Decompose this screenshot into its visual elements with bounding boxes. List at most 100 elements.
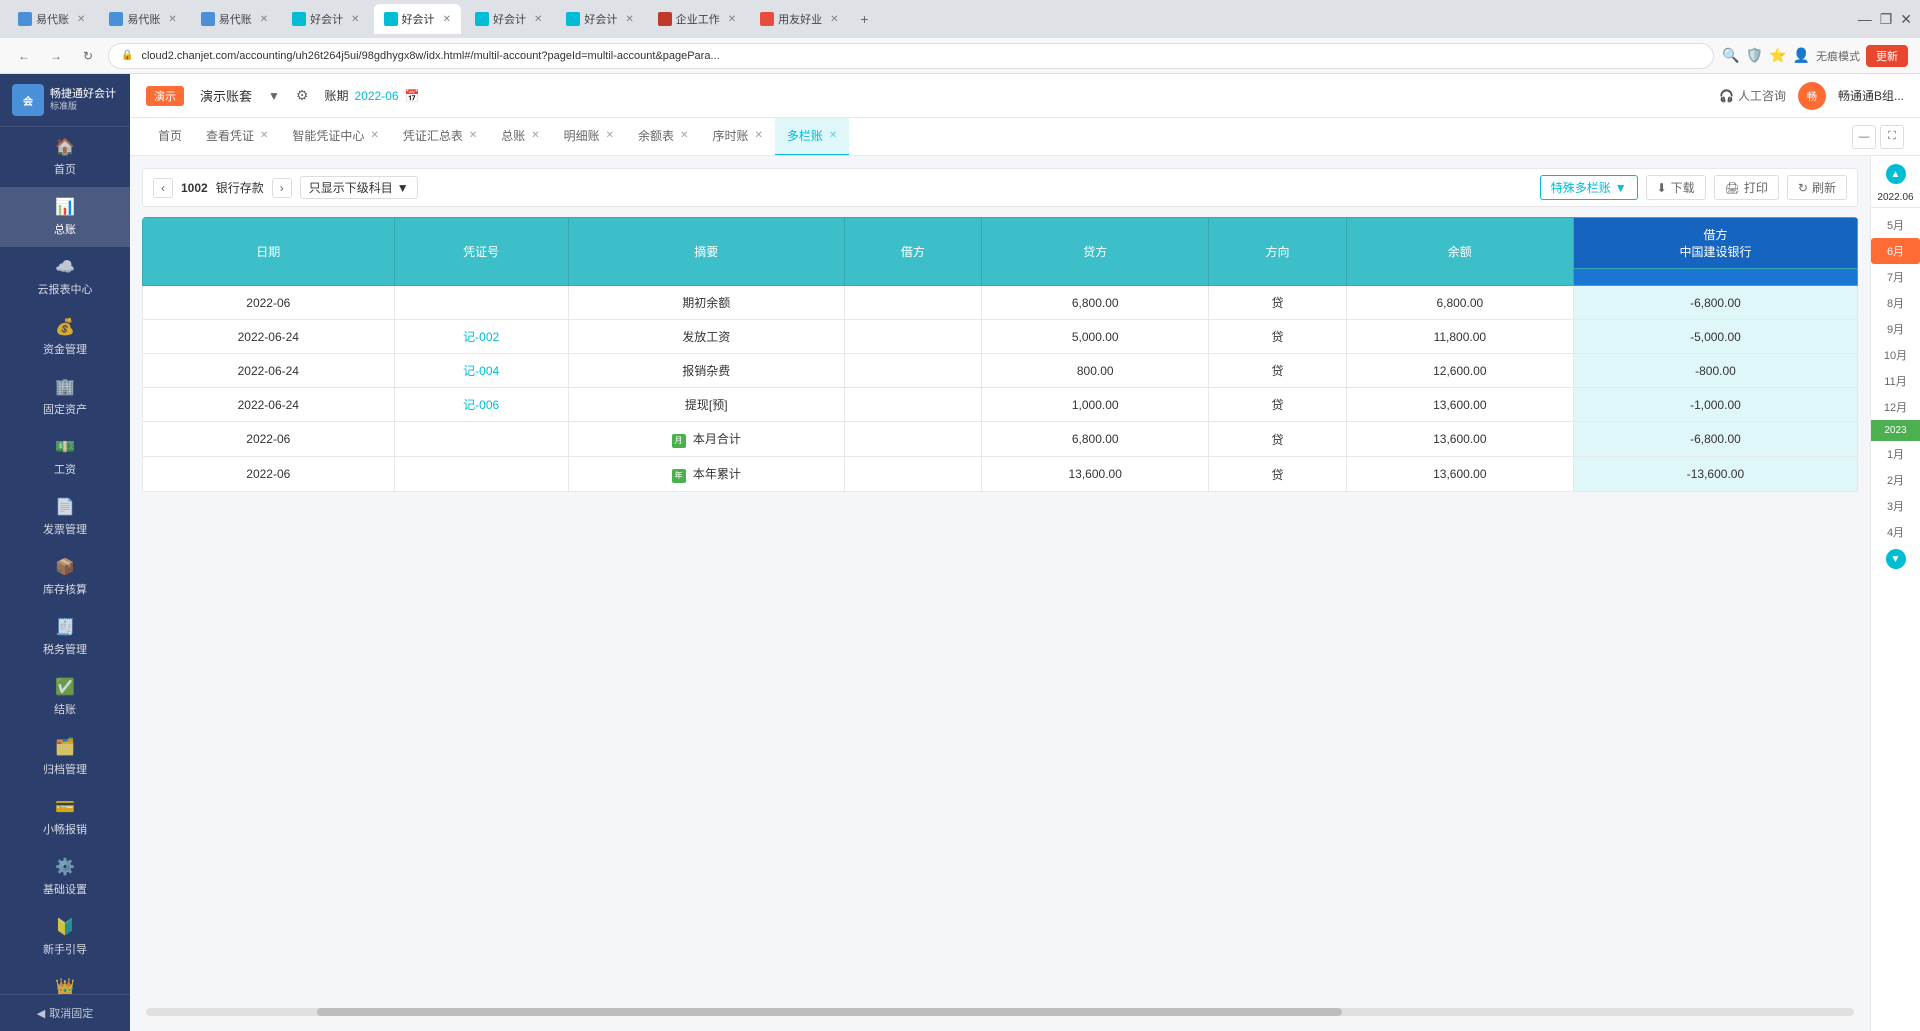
tab-smart-voucher[interactable]: 智能凭证中心 ✕ <box>280 118 390 156</box>
tab-view-voucher[interactable]: 查看凭证 ✕ <box>194 118 280 156</box>
month-item-july[interactable]: 7月 <box>1871 264 1920 290</box>
tab-close-2[interactable]: ✕ <box>168 14 176 25</box>
voucher-link-2[interactable]: 记-002 <box>463 330 499 344</box>
tab-multi-column-close[interactable]: ✕ <box>829 130 837 141</box>
new-tab-button[interactable]: + <box>853 7 877 31</box>
calendar-icon[interactable]: 📅 <box>405 89 420 103</box>
tab-sequence-ledger-close[interactable]: ✕ <box>754 130 762 141</box>
sidebar-item-tax[interactable]: 🧾 税务管理 <box>0 607 130 667</box>
horizontal-scrollbar[interactable] <box>142 1005 1858 1019</box>
voucher-link-4[interactable]: 记-006 <box>463 398 499 412</box>
tab-smart-voucher-close[interactable]: ✕ <box>370 130 378 141</box>
update-button[interactable]: 更新 <box>1866 45 1908 67</box>
sidebar-item-cloud-report[interactable]: ☁️ 云报表中心 <box>0 247 130 307</box>
tab-close-4[interactable]: ✕ <box>351 14 359 25</box>
address-bar[interactable]: 🔒 cloud2.chanjet.com/accounting/uh26t264… <box>108 43 1714 69</box>
sidebar-item-settlement[interactable]: ✅ 结账 <box>0 667 130 727</box>
tab-detail-ledger[interactable]: 明细账 ✕ <box>552 118 626 156</box>
sidebar-item-home[interactable]: 🏠 首页 <box>0 127 130 187</box>
sidebar-item-payroll[interactable]: 💵 工资 <box>0 427 130 487</box>
refresh-button[interactable]: ↻ 刷新 <box>1787 175 1847 200</box>
sidebar-item-invoice[interactable]: 📄 发票管理 <box>0 487 130 547</box>
tab-view-voucher-close[interactable]: ✕ <box>260 130 268 141</box>
tab-home[interactable]: 首页 <box>146 118 194 156</box>
tab-detail-ledger-close[interactable]: ✕ <box>606 130 614 141</box>
month-item-jan[interactable]: 1月 <box>1871 441 1920 467</box>
sidebar-item-ledger[interactable]: 📊 总账 <box>0 187 130 247</box>
tab-voucher-summary-close[interactable]: ✕ <box>469 130 477 141</box>
sidebar-item-settings[interactable]: ⚙️ 基础设置 <box>0 847 130 907</box>
sidebar-item-funds[interactable]: 💰 资金管理 <box>0 307 130 367</box>
sidebar-pin-toggle[interactable]: ◀ 取消固定 <box>0 994 130 1031</box>
prev-account-button[interactable]: ‹ <box>153 178 173 198</box>
month-item-september[interactable]: 9月 <box>1871 316 1920 342</box>
special-multi-col-button[interactable]: 特殊多栏账 ▼ <box>1540 175 1638 200</box>
month-item-august[interactable]: 8月 <box>1871 290 1920 316</box>
profile-icon[interactable]: 👤 <box>1793 47 1810 64</box>
tab-voucher-summary[interactable]: 凭证汇总表 ✕ <box>391 118 489 156</box>
cell-summary-4: 提现[预] <box>568 388 844 422</box>
tab-general-ledger-close[interactable]: ✕ <box>531 130 539 141</box>
cell-date-1: 2022-06 <box>143 286 395 320</box>
tab-close-1[interactable]: ✕ <box>77 14 85 25</box>
cell-summary-2: 发放工资 <box>568 320 844 354</box>
tab-yidaizhang-3[interactable]: 易代账 ✕ <box>191 4 278 34</box>
sidebar-item-fixed-assets[interactable]: 🏢 固定资产 <box>0 367 130 427</box>
tab-close-6[interactable]: ✕ <box>534 14 542 25</box>
reload-button[interactable]: ↻ <box>76 44 100 68</box>
sidebar-item-archive[interactable]: 🗂️ 归档管理 <box>0 727 130 787</box>
tab-haohuiji-1[interactable]: 好会计 ✕ <box>282 4 369 34</box>
minimize-button[interactable]: — <box>1858 11 1872 27</box>
tab-haohuiji-3[interactable]: 好会计 ✕ <box>465 4 552 34</box>
tab-close-5[interactable]: ✕ <box>443 14 451 25</box>
tab-close-8[interactable]: ✕ <box>728 14 736 25</box>
tab-yongyou[interactable]: 用友好业 ✕ <box>750 4 848 34</box>
tab-sequence-ledger[interactable]: 序时账 ✕ <box>700 118 774 156</box>
month-item-june[interactable]: 6月 <box>1871 238 1920 264</box>
expand-tab-button[interactable]: ⛶ <box>1880 125 1904 149</box>
tab-qiyegongzuo[interactable]: 企业工作 ✕ <box>648 4 746 34</box>
subcategory-filter[interactable]: 只显示下级科目 ▼ <box>300 176 418 199</box>
tab-balance-close[interactable]: ✕ <box>680 130 688 141</box>
tab-yidaizhang-2[interactable]: 易代账 ✕ <box>99 4 186 34</box>
month-item-october[interactable]: 10月 <box>1871 342 1920 368</box>
close-window-button[interactable]: ✕ <box>1900 11 1912 28</box>
bookmark-icon[interactable]: ⭐ <box>1769 47 1786 64</box>
month-item-mar[interactable]: 3月 <box>1871 493 1920 519</box>
month-scroll-down[interactable]: ▼ <box>1886 549 1906 569</box>
sidebar-item-expense[interactable]: 💳 小畅报销 <box>0 787 130 847</box>
tab-close-9[interactable]: ✕ <box>830 14 838 25</box>
next-account-button[interactable]: › <box>272 178 292 198</box>
sidebar-item-guide[interactable]: 🔰 新手引导 <box>0 907 130 967</box>
voucher-link-3[interactable]: 记-004 <box>463 364 499 378</box>
maximize-button[interactable]: ❐ <box>1880 11 1893 28</box>
dropdown-icon[interactable]: ▼ <box>268 89 280 103</box>
account-settings-icon[interactable]: ⚙ <box>296 87 309 104</box>
month-item-december[interactable]: 12月 <box>1871 394 1920 420</box>
month-item-feb[interactable]: 2月 <box>1871 467 1920 493</box>
tab-balance[interactable]: 余额表 ✕ <box>626 118 700 156</box>
consult-button[interactable]: 🎧 人工咨询 <box>1719 87 1786 104</box>
month-scroll-up[interactable]: ▲ <box>1886 164 1906 184</box>
tab-yidaizhang-1[interactable]: 易代账 ✕ <box>8 4 95 34</box>
download-button[interactable]: ⬇ 下载 <box>1646 175 1706 200</box>
tab-multi-column[interactable]: 多栏账 ✕ <box>775 118 849 156</box>
forward-button[interactable]: → <box>44 44 68 68</box>
expense-icon: 💳 <box>55 797 75 817</box>
back-button[interactable]: ← <box>12 44 36 68</box>
sidebar-item-inventory[interactable]: 📦 库存核算 <box>0 547 130 607</box>
tab-close-3[interactable]: ✕ <box>260 14 268 25</box>
month-item-november[interactable]: 11月 <box>1871 368 1920 394</box>
print-button[interactable]: 🖨 打印 <box>1714 175 1779 200</box>
sidebar-item-member[interactable]: 👑 畅会员 <box>0 967 130 994</box>
shield-icon[interactable]: 🛡️ <box>1746 47 1763 64</box>
tab-close-7[interactable]: ✕ <box>625 14 633 25</box>
collapse-tab-button[interactable]: — <box>1852 125 1876 149</box>
tab-haohuiji-4[interactable]: 好会计 ✕ <box>556 4 643 34</box>
month-item-may[interactable]: 5月 <box>1871 212 1920 238</box>
cell-credit-1: 6,800.00 <box>982 286 1209 320</box>
search-icon[interactable]: 🔍 <box>1722 47 1739 64</box>
tab-general-ledger[interactable]: 总账 ✕ <box>489 118 551 156</box>
tab-haohuiji-2-active[interactable]: 好会计 ✕ <box>374 4 461 34</box>
month-item-apr[interactable]: 4月 <box>1871 519 1920 545</box>
